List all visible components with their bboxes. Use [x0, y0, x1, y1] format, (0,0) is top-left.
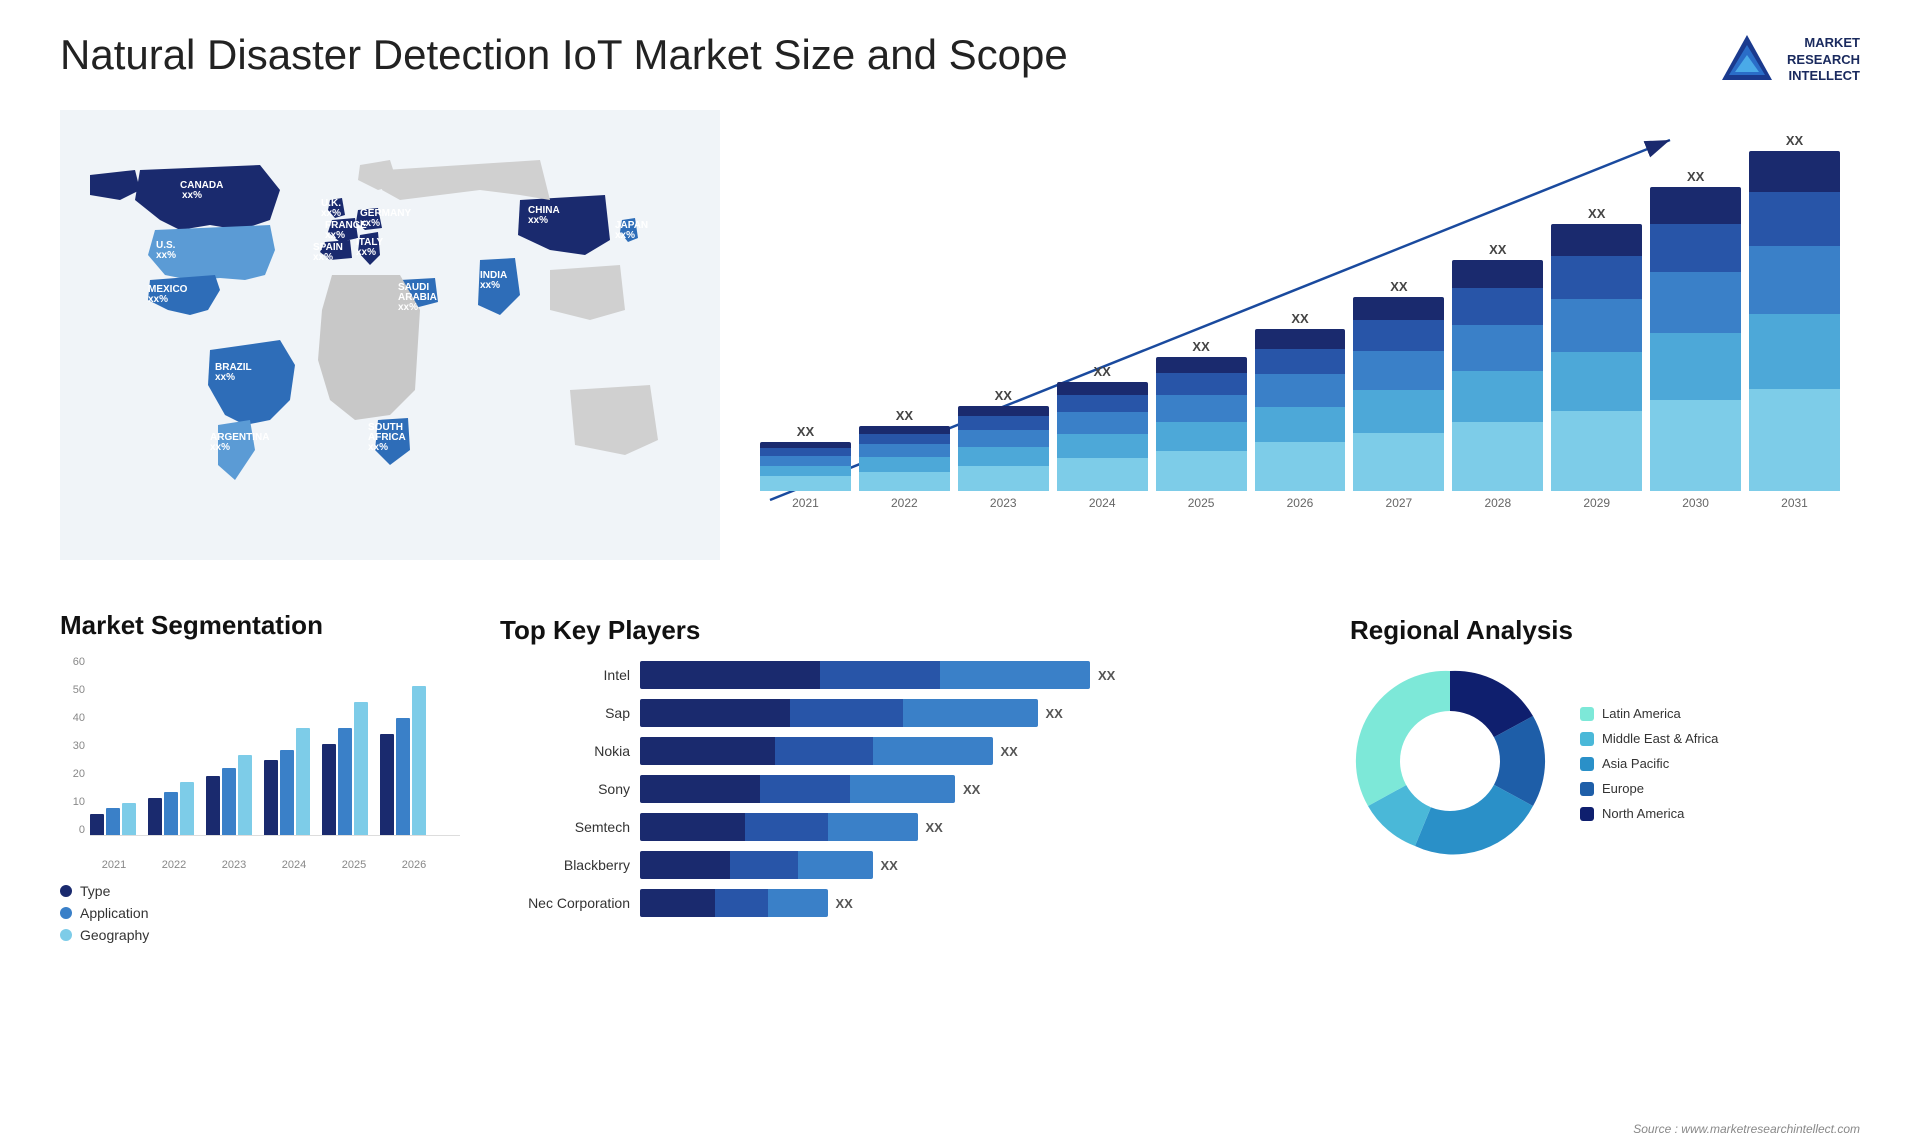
header: Natural Disaster Detection IoT Market Si… [60, 30, 1860, 90]
main-bar-group-2028: XX2028 [1452, 242, 1543, 510]
player-row: SemtechXX [500, 813, 1300, 841]
svg-text:xx%: xx% [528, 215, 548, 226]
logo-icon [1717, 30, 1777, 90]
player-row: BlackberryXX [500, 851, 1300, 879]
svg-text:xx%: xx% [360, 218, 380, 229]
key-players-title: Top Key Players [500, 615, 1300, 646]
world-map-svg: CANADA xx% U.S. xx% MEXICO xx% BRAZIL xx… [60, 110, 720, 560]
svg-text:xx%: xx% [368, 442, 388, 453]
svg-text:xx%: xx% [210, 442, 230, 453]
segmentation-legend: TypeApplicationGeography [60, 883, 460, 943]
segmentation-title: Market Segmentation [60, 610, 460, 641]
source-text: Source : www.marketresearchintellect.com [1633, 1122, 1860, 1136]
player-row: NokiaXX [500, 737, 1300, 765]
svg-text:xx%: xx% [148, 294, 168, 305]
donut-hole [1400, 711, 1500, 811]
main-bar-group-2030: XX2030 [1650, 169, 1741, 510]
main-bar-group-2026: XX2026 [1255, 311, 1346, 510]
main-bar-group-2029: XX2029 [1551, 206, 1642, 510]
svg-text:xx%: xx% [398, 302, 418, 313]
svg-text:xx%: xx% [156, 250, 176, 261]
svg-text:xx%: xx% [321, 208, 341, 219]
key-players-section: Top Key Players IntelXX SapXX NokiaXX SonyX… [480, 610, 1320, 949]
main-bar-group-2023: XX2023 [958, 388, 1049, 510]
main-bar-group-2022: XX2022 [859, 408, 950, 510]
svg-text:xx%: xx% [615, 230, 635, 241]
svg-text:xx%: xx% [356, 247, 376, 258]
main-bar-group-2031: XX2031 [1749, 133, 1840, 510]
main-bar-group-2027: XX2027 [1353, 279, 1444, 510]
player-row: Nec CorporationXX [500, 889, 1300, 917]
map-section: CANADA xx% U.S. xx% MEXICO xx% BRAZIL xx… [60, 110, 720, 590]
page-title: Natural Disaster Detection IoT Market Si… [60, 30, 1068, 80]
seg-group-2026 [380, 686, 426, 835]
svg-text:xx%: xx% [182, 190, 202, 201]
player-row: SonyXX [500, 775, 1300, 803]
main-bar-group-2024: XX2024 [1057, 364, 1148, 510]
player-row: SapXX [500, 699, 1300, 727]
seg-group-2023 [206, 755, 252, 835]
donut-svg [1350, 661, 1550, 861]
segmentation-section: Market Segmentation 0 10 20 30 40 50 60 [60, 610, 460, 949]
regional-title: Regional Analysis [1350, 615, 1850, 646]
regional-legend: Latin AmericaMiddle East & AfricaAsia Pa… [1580, 706, 1718, 821]
logo-area: MARKET RESEARCH INTELLECT [1717, 30, 1860, 90]
seg-group-2022 [148, 782, 194, 835]
main-bar-group-2025: XX2025 [1156, 339, 1247, 510]
regional-section: Regional Analysis [1340, 610, 1860, 949]
main-bar-chart-section: XX2021XX2022XX2023XX2024XX2025XX2026XX20… [740, 110, 1860, 590]
page-container: Natural Disaster Detection IoT Market Si… [0, 0, 1920, 1146]
svg-text:xx%: xx% [313, 252, 333, 263]
seg-group-2025 [322, 702, 368, 835]
svg-text:xx%: xx% [215, 372, 235, 383]
svg-text:xx%: xx% [480, 280, 500, 291]
player-row: IntelXX [500, 661, 1300, 689]
donut-chart [1350, 661, 1550, 866]
main-bar-group-2021: XX2021 [760, 424, 851, 510]
logo-text: MARKET RESEARCH INTELLECT [1787, 35, 1860, 86]
seg-group-2024 [264, 728, 310, 835]
svg-text:xx%: xx% [325, 230, 345, 241]
seg-group-2021 [90, 803, 136, 835]
